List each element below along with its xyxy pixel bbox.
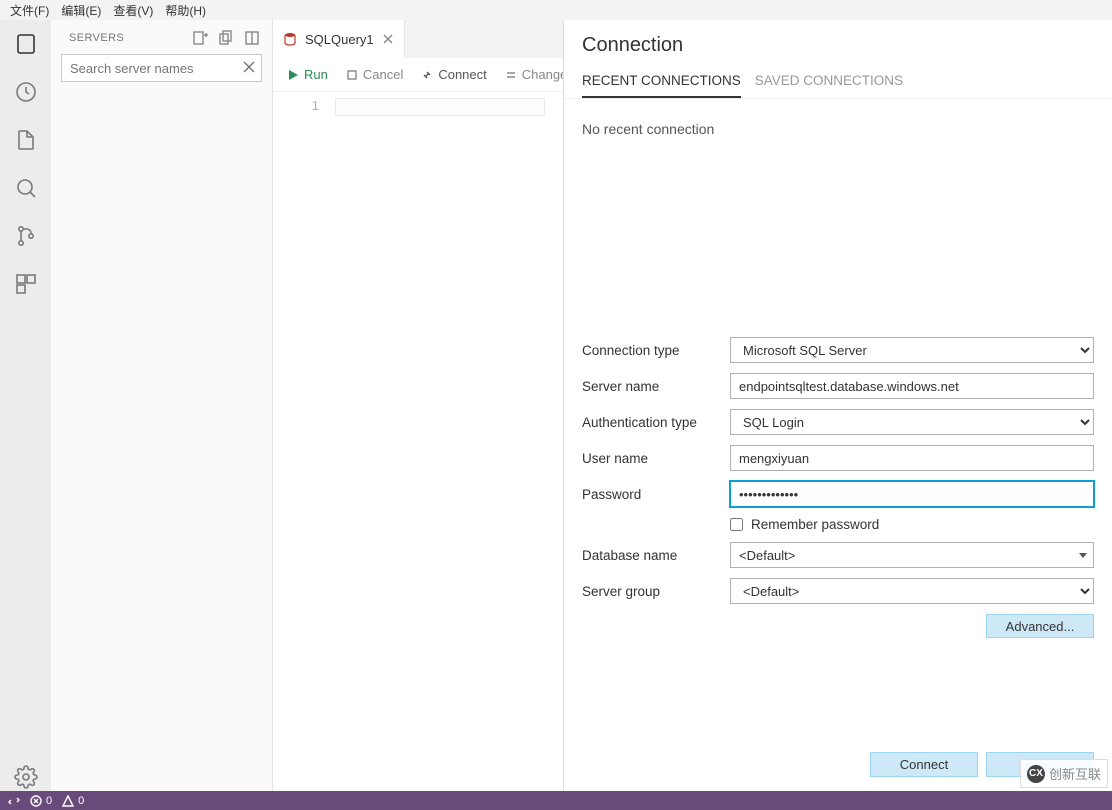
new-group-icon[interactable] <box>218 30 234 46</box>
server-group-label: Server group <box>582 584 730 599</box>
remember-password-input[interactable] <box>730 518 743 531</box>
toggle-panel-icon[interactable] <box>244 30 260 46</box>
menu-edit[interactable]: 编辑(E) <box>55 2 107 19</box>
server-search-box <box>61 54 262 82</box>
new-connection-icon[interactable] <box>192 30 208 46</box>
tab-saved-connections[interactable]: SAVED CONNECTIONS <box>755 67 903 98</box>
advanced-button[interactable]: Advanced... <box>986 614 1094 638</box>
connection-panel: Connection RECENT CONNECTIONS SAVED CONN… <box>563 20 1112 791</box>
database-icon <box>283 32 297 46</box>
watermark: CX 创新互联 <box>1020 759 1108 788</box>
connection-type-label: Connection type <box>582 343 730 358</box>
tab-recent-connections[interactable]: RECENT CONNECTIONS <box>582 67 741 98</box>
editor-area: SQLQuery1 Run Cancel Connect Change Co <box>273 20 1112 791</box>
connection-form: Connection type Microsoft SQL Server Ser… <box>564 337 1112 604</box>
no-recent-label: No recent connection <box>564 99 1112 159</box>
menu-file[interactable]: 文件(F) <box>4 2 55 19</box>
tab-sqlquery1[interactable]: SQLQuery1 <box>273 20 405 58</box>
remember-password-checkbox[interactable]: Remember password <box>730 517 879 532</box>
server-search-input[interactable] <box>61 54 262 82</box>
side-panel-title: SERVERS <box>69 32 182 44</box>
run-button[interactable]: Run <box>287 67 328 82</box>
menu-help[interactable]: 帮助(H) <box>159 2 212 19</box>
tab-label: SQLQuery1 <box>305 32 374 47</box>
connect-submit-button[interactable]: Connect <box>870 752 978 777</box>
password-input[interactable] <box>730 481 1094 507</box>
menubar: 文件(F) 编辑(E) 查看(V) 帮助(H) <box>0 0 1112 20</box>
activity-extensions-icon[interactable] <box>12 270 40 298</box>
connect-button[interactable]: Connect <box>421 67 486 82</box>
user-name-label: User name <box>582 451 730 466</box>
warnings-count[interactable]: 0 <box>62 795 84 807</box>
activity-files-icon[interactable] <box>12 126 40 154</box>
code-line[interactable] <box>335 98 545 116</box>
server-name-label: Server name <box>582 379 730 394</box>
clear-search-icon[interactable] <box>242 60 256 74</box>
menu-view[interactable]: 查看(V) <box>107 2 159 19</box>
password-label: Password <box>582 487 730 502</box>
side-panel: SERVERS <box>51 20 273 791</box>
activity-search-icon[interactable] <box>12 174 40 202</box>
chevron-down-icon[interactable] <box>1078 550 1088 560</box>
database-name-label: Database name <box>582 548 730 563</box>
activity-servers-icon[interactable] <box>12 30 40 58</box>
watermark-logo-icon: CX <box>1027 765 1045 783</box>
connection-title: Connection <box>564 20 1112 67</box>
database-name-combo[interactable] <box>730 542 1094 568</box>
app-body: SERVERS SQLQuery1 Run <box>0 20 1112 791</box>
close-tab-icon[interactable] <box>382 33 394 45</box>
activity-history-icon[interactable] <box>12 78 40 106</box>
connection-type-select[interactable]: Microsoft SQL Server <box>730 337 1094 363</box>
server-name-input[interactable] <box>730 373 1094 399</box>
server-group-select[interactable]: <Default> <box>730 578 1094 604</box>
line-gutter: 1 <box>273 92 335 791</box>
activity-sourcecontrol-icon[interactable] <box>12 222 40 250</box>
side-panel-header: SERVERS <box>51 20 272 54</box>
activity-settings-icon[interactable] <box>12 763 40 791</box>
auth-type-select[interactable]: SQL Login <box>730 409 1094 435</box>
user-name-input[interactable] <box>730 445 1094 471</box>
remote-icon[interactable] <box>8 795 20 807</box>
errors-count[interactable]: 0 <box>30 795 52 807</box>
activity-bar <box>0 20 51 791</box>
connection-tabs: RECENT CONNECTIONS SAVED CONNECTIONS <box>564 67 1112 99</box>
statusbar: 0 0 <box>0 791 1112 810</box>
auth-type-label: Authentication type <box>582 415 730 430</box>
cancel-button: Cancel <box>346 67 403 82</box>
